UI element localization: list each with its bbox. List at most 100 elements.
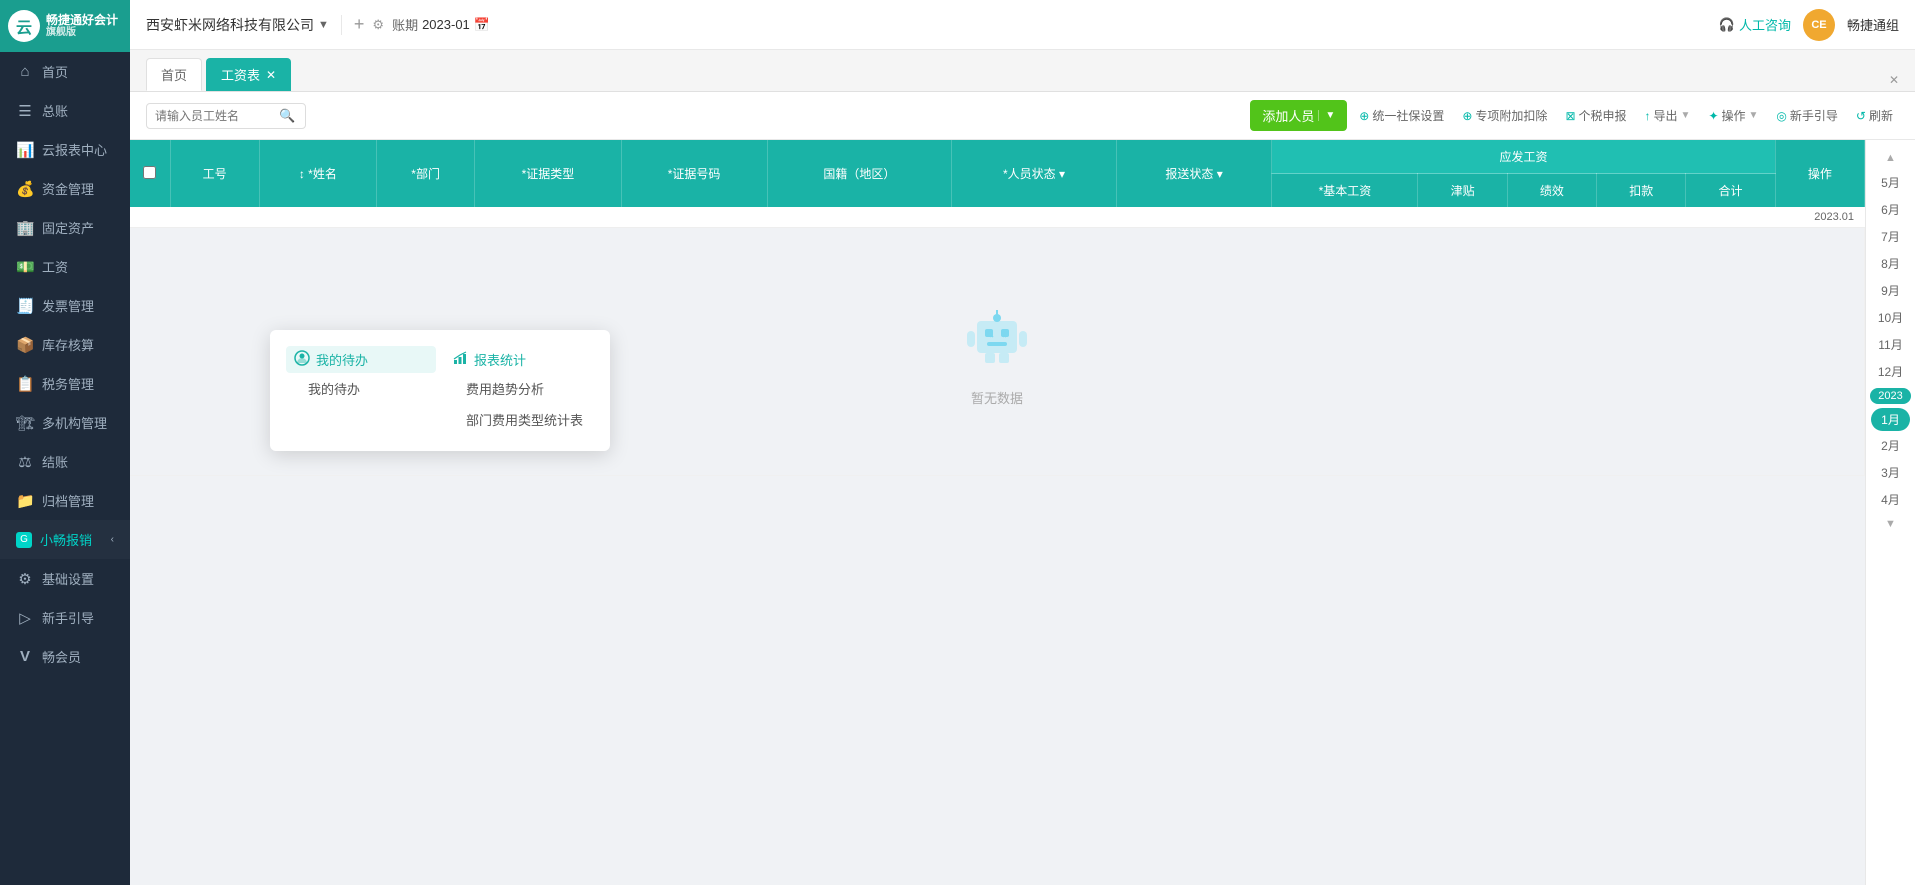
th-person-status: *人员状态 ▾ xyxy=(952,140,1117,207)
sidebar-item-archive[interactable]: 📁 归档管理 xyxy=(0,481,130,520)
sidebar-item-salary[interactable]: 💵 工资 xyxy=(0,247,130,286)
th-report-status: 报送状态 ▾ xyxy=(1116,140,1271,207)
user-name: 畅捷通组 xyxy=(1847,15,1899,34)
tab-close-all[interactable]: ✕ xyxy=(1889,72,1899,91)
calendar-icon[interactable]: 📅 xyxy=(474,17,490,33)
month-10[interactable]: 10月 xyxy=(1866,305,1915,330)
popup-dept-cost-item[interactable]: 部门费用类型统计表 xyxy=(444,404,594,435)
sidebar-item-guide[interactable]: ▷ 新手引导 xyxy=(0,598,130,637)
export-dropdown-arrow: ▼ xyxy=(1681,110,1691,121)
tax-declare-icon: ⊠ xyxy=(1565,109,1575,123)
social-insurance-button[interactable]: ⊕ 统一社保设置 xyxy=(1353,103,1450,128)
archive-icon: 📁 xyxy=(16,492,34,510)
refresh-icon: ↺ xyxy=(1856,109,1866,123)
month-6[interactable]: 6月 xyxy=(1866,197,1915,222)
toolbar-right: 添加人员 ▼ ⊕ 统一社保设置 ⊕ 专项附加扣除 ⊠ 个税申报 ↑ 导出 ▼ ✦ xyxy=(1250,100,1899,131)
sidebar-item-member[interactable]: V 畅会员 xyxy=(0,637,130,676)
panel-nav-down[interactable]: ▼ xyxy=(1881,514,1900,534)
month-11[interactable]: 11月 xyxy=(1866,332,1915,357)
tab-home[interactable]: 首页 xyxy=(146,58,202,91)
xiaochange-icon: G xyxy=(16,532,32,548)
sidebar-item-basic-settings[interactable]: ⚙ 基础设置 xyxy=(0,559,130,598)
month-12[interactable]: 12月 xyxy=(1866,359,1915,384)
multi-org-icon: 🏗 xyxy=(16,414,34,432)
popup-todo-section: 我的待办 我的待办 xyxy=(286,346,436,435)
company-name: 西安虾米网络科技有限公司 ▼ xyxy=(146,15,329,35)
settings-icon: ⚙ xyxy=(16,570,34,588)
headset-icon: 🎧 xyxy=(1719,17,1735,33)
sidebar-item-multi-org[interactable]: 🏗 多机构管理 xyxy=(0,403,130,442)
topbar-divider1 xyxy=(341,15,342,35)
sidebar-item-invoice[interactable]: 🧾 发票管理 xyxy=(0,286,130,325)
sidebar-item-home[interactable]: ⌂ 首页 xyxy=(0,52,130,91)
month-9[interactable]: 9月 xyxy=(1866,278,1915,303)
topbar-settings-icon[interactable]: ⚙ xyxy=(372,17,384,33)
special-deduct-button[interactable]: ⊕ 专项附加扣除 xyxy=(1456,103,1553,128)
month-1-current[interactable]: 1月 xyxy=(1871,408,1910,431)
add-person-button[interactable]: 添加人员 ▼ xyxy=(1250,100,1347,131)
export-icon: ↑ xyxy=(1645,109,1651,123)
sidebar-item-inventory[interactable]: 📦 库存核算 xyxy=(0,325,130,364)
search-input[interactable] xyxy=(155,109,275,123)
home-icon: ⌂ xyxy=(16,63,34,80)
tab-close-button[interactable]: ✕ xyxy=(266,68,276,82)
operation-icon: ✦ xyxy=(1708,109,1718,123)
th-total: 合计 xyxy=(1686,174,1775,208)
th-checkbox[interactable] xyxy=(130,140,170,207)
sidebar-item-tax[interactable]: 📋 税务管理 xyxy=(0,364,130,403)
popup-cost-trend-item[interactable]: 费用趋势分析 xyxy=(444,373,594,404)
th-allowance: 津贴 xyxy=(1418,174,1507,208)
topbar-right: 🎧 人工咨询 CE 畅捷通组 xyxy=(1719,9,1899,41)
year-2023-badge: 2023 xyxy=(1870,388,1910,404)
logo-text: 畅捷通好会计 旗舰版 xyxy=(46,13,118,39)
guide-toolbar-icon: ◎ xyxy=(1776,109,1786,123)
sidebar-item-cloud-report[interactable]: 📊 云报表中心 xyxy=(0,130,130,169)
content-wrapper: 工号 ↕ *姓名 *部门 *证据类型 *证据号码 国籍（地区） *人员状态 ▾ … xyxy=(130,140,1915,885)
right-panel: ▲ 5月 6月 7月 8月 9月 10月 11月 12月 2023 1月 2月 … xyxy=(1865,140,1915,885)
popup-report-section: 报表统计 费用趋势分析 部门费用类型统计表 xyxy=(444,346,594,435)
select-all-checkbox[interactable] xyxy=(143,166,156,179)
tab-salary[interactable]: 工资表 ✕ xyxy=(206,58,291,91)
sidebar-item-fund[interactable]: 💰 资金管理 xyxy=(0,169,130,208)
empty-state-icon xyxy=(957,296,1037,376)
month-5[interactable]: 5月 xyxy=(1866,170,1915,195)
invoice-icon: 🧾 xyxy=(16,297,34,315)
month-7[interactable]: 7月 xyxy=(1866,224,1915,249)
th-deduction: 扣款 xyxy=(1597,174,1686,208)
sidebar-item-ledger[interactable]: ☰ 总账 xyxy=(0,91,130,130)
panel-nav-up[interactable]: ▲ xyxy=(1881,148,1900,168)
month-2[interactable]: 2月 xyxy=(1866,433,1915,458)
refresh-button[interactable]: ↺ 刷新 xyxy=(1850,103,1899,128)
popup-report-title[interactable]: 报表统计 xyxy=(444,346,594,373)
fixed-assets-icon: 🏢 xyxy=(16,219,34,237)
service-button[interactable]: 🎧 人工咨询 xyxy=(1719,15,1791,34)
sidebar: 云 畅捷通好会计 旗舰版 ⌂ 首页 ☰ 总账 📊 云报表中心 💰 资金管理 🏢 … xyxy=(0,0,130,885)
sidebar-item-fixed-assets[interactable]: 🏢 固定资产 xyxy=(0,208,130,247)
inventory-icon: 📦 xyxy=(16,336,34,354)
export-button[interactable]: ↑ 导出 ▼ xyxy=(1639,103,1697,128)
add-company-button[interactable]: + xyxy=(354,14,365,35)
popup-todo-title[interactable]: 我的待办 xyxy=(286,346,436,373)
search-box[interactable]: 🔍 xyxy=(146,103,306,129)
th-id-type: *证据类型 xyxy=(475,140,621,207)
operation-dropdown-arrow: ▼ xyxy=(1749,110,1759,121)
month-8[interactable]: 8月 xyxy=(1866,251,1915,276)
logo-icon: 云 xyxy=(8,10,40,42)
topbar: 西安虾米网络科技有限公司 ▼ + ⚙ 账期 2023-01 📅 🎧 人工咨询 C… xyxy=(130,0,1915,50)
cloud-report-icon: 📊 xyxy=(16,141,34,159)
settlement-icon: ⚖ xyxy=(16,453,34,471)
guide-button[interactable]: ◎ 新手引导 xyxy=(1770,103,1844,128)
sidebar-item-settlement[interactable]: ⚖ 结账 xyxy=(0,442,130,481)
tax-declare-button[interactable]: ⊠ 个税申报 xyxy=(1559,103,1632,128)
popup-my-todo-item[interactable]: 我的待办 xyxy=(286,373,436,404)
th-month-indicator: 2023.01 xyxy=(130,207,1865,228)
month-4[interactable]: 4月 xyxy=(1866,487,1915,512)
sidebar-item-xiaochange[interactable]: G 小畅报销 ‹ xyxy=(0,520,130,559)
month-3[interactable]: 3月 xyxy=(1866,460,1915,485)
operation-button[interactable]: ✦ 操作 ▼ xyxy=(1702,103,1764,128)
th-name: ↕ *姓名 xyxy=(259,140,376,207)
th-id-no: *证据号码 xyxy=(621,140,767,207)
th-dept: *部门 xyxy=(376,140,475,207)
company-dropdown-arrow[interactable]: ▼ xyxy=(318,19,329,31)
xiaochange-arrow: ‹ xyxy=(111,534,114,545)
